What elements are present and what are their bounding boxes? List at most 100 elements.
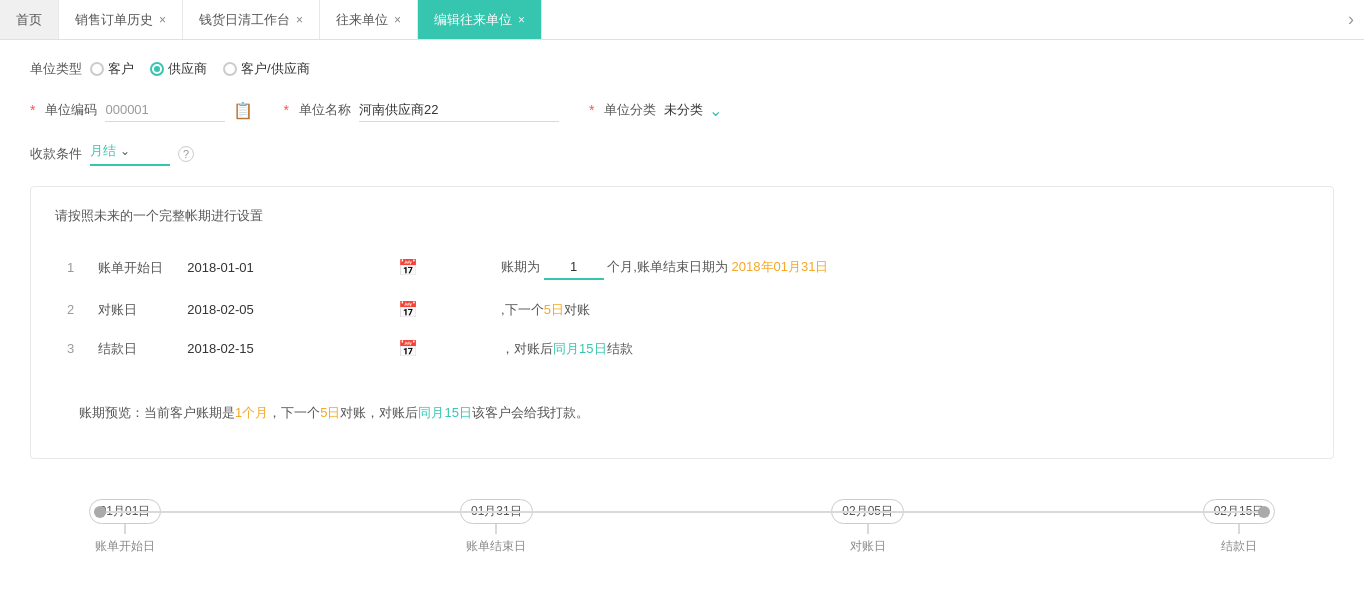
node-2-connector xyxy=(495,524,497,534)
step-3-calendar-icon[interactable]: 📅 xyxy=(398,340,418,357)
radio-both[interactable]: 客户/供应商 xyxy=(223,60,310,78)
unit-code-input[interactable] xyxy=(105,98,225,122)
tab-sales-history-label: 销售订单历史 xyxy=(75,11,153,29)
tab-partners-label: 往来单位 xyxy=(336,11,388,29)
timeline-wrapper: 01月01日 账单开始日 01月31日 账单结束日 02月05日 对账日 02月… xyxy=(60,489,1304,585)
tab-sales-history[interactable]: 销售订单历史 × xyxy=(59,0,183,39)
step-2-prefix: ,下一个 xyxy=(501,302,544,317)
timeline-node-1: 01月01日 账单开始日 xyxy=(80,499,170,555)
node-4-label: 结款日 xyxy=(1221,538,1257,555)
main-content: 单位类型 客户 供应商 客户/供应商 * 单位编码 xyxy=(0,40,1364,608)
step-3-highlight: 同月15日 xyxy=(553,341,606,356)
step-2-calendar-icon[interactable]: 📅 xyxy=(398,301,418,318)
radio-supplier-circle xyxy=(150,62,164,76)
step-1-num: 1 xyxy=(55,245,86,290)
step-3-calendar[interactable]: 📅 xyxy=(386,329,489,368)
step-3-desc: ，对账后同月15日结款 xyxy=(489,329,1309,368)
timeline-node-2: 01月31日 账单结束日 xyxy=(451,499,541,555)
step-3-num: 3 xyxy=(55,329,86,368)
tab-edit-partner-label: 编辑往来单位 xyxy=(434,11,512,29)
unit-type-radio-group: 客户 供应商 客户/供应商 xyxy=(90,60,310,78)
section-instruction: 请按照未来的一个完整帐期进行设置 xyxy=(55,207,1309,225)
unit-name-input[interactable] xyxy=(359,98,559,122)
preview-part1: 1个月 xyxy=(235,405,268,420)
timeline-left-endpoint xyxy=(94,506,106,518)
radio-supplier-label: 供应商 xyxy=(168,60,207,78)
step-2-calendar[interactable]: 📅 xyxy=(386,290,489,329)
timeline-track xyxy=(100,511,1264,513)
tab-cash-work-label: 钱货日清工作台 xyxy=(199,11,290,29)
timeline-node-4: 02月15日 结款日 xyxy=(1194,499,1284,555)
unit-name-required: * xyxy=(283,102,288,118)
unit-type-row: 单位类型 客户 供应商 客户/供应商 xyxy=(30,60,1334,78)
step-1-suffix: 个月,账单结束日期为 xyxy=(607,259,728,274)
tab-home-label: 首页 xyxy=(16,11,42,29)
step-2-num: 2 xyxy=(55,290,86,329)
unit-classify-arrow-icon: ⌄ xyxy=(709,101,722,120)
step-3-date-value: 2018-02-15 xyxy=(187,341,254,356)
unit-classify-item: * 单位分类 未分类 ⌄ xyxy=(589,101,824,120)
radio-both-circle xyxy=(223,62,237,76)
step-3-date: 2018-02-15 xyxy=(175,329,386,368)
collect-condition-arrow-icon: ⌄ xyxy=(120,144,130,158)
node-2-label: 账单结束日 xyxy=(466,538,526,555)
unit-code-copy-icon[interactable]: 📋 xyxy=(233,101,253,120)
tab-home[interactable]: 首页 xyxy=(0,0,59,39)
timeline-container: 01月01日 账单开始日 01月31日 账单结束日 02月05日 对账日 02月… xyxy=(30,489,1334,585)
step-1-calendar-icon[interactable]: 📅 xyxy=(398,259,418,276)
node-4-connector xyxy=(1238,524,1240,534)
radio-supplier[interactable]: 供应商 xyxy=(150,60,207,78)
unit-type-label: 单位类型 xyxy=(30,60,82,78)
unit-classify-label: 单位分类 xyxy=(604,101,656,119)
tab-cash-work[interactable]: 钱货日清工作台 × xyxy=(183,0,320,39)
radio-customer-circle xyxy=(90,62,104,76)
step-1-calendar[interactable]: 📅 xyxy=(386,245,489,290)
collect-condition-row: 收款条件 月结 ⌄ ? xyxy=(30,142,1334,166)
node-1-label: 账单开始日 xyxy=(95,538,155,555)
collect-condition-item: 收款条件 月结 ⌄ ? xyxy=(30,142,194,166)
close-sales-history[interactable]: × xyxy=(159,14,166,26)
step-2-highlight: 5日 xyxy=(544,302,564,317)
collect-condition-value: 月结 xyxy=(90,142,116,160)
preview-sep2: 对账，对账后 xyxy=(340,405,418,420)
step-3-prefix: ，对账后 xyxy=(501,341,553,356)
close-edit-partner[interactable]: × xyxy=(518,14,525,26)
tab-bar: 首页 销售订单历史 × 钱货日清工作台 × 往来单位 × 编辑往来单位 × › xyxy=(0,0,1364,40)
unit-classify-required: * xyxy=(589,102,594,118)
timeline-right-endpoint xyxy=(1258,506,1270,518)
preview-part2: 5日 xyxy=(320,405,340,420)
radio-customer-label: 客户 xyxy=(108,60,134,78)
step-1-row: 1 账单开始日 2018-01-01 📅 账期为 个月,账单结束日期为 2018… xyxy=(55,245,1309,290)
step-2-label: 对账日 xyxy=(86,290,175,329)
unit-code-required: * xyxy=(30,102,35,118)
preview-sep1: ，下一个 xyxy=(268,405,320,420)
collect-condition-dropdown[interactable]: 月结 ⌄ xyxy=(90,142,170,166)
timeline-nodes: 01月01日 账单开始日 01月31日 账单结束日 02月05日 对账日 02月… xyxy=(60,499,1304,555)
unit-code-item: * 单位编码 📋 xyxy=(30,98,253,122)
unit-name-label: 单位名称 xyxy=(299,101,351,119)
close-cash-work[interactable]: × xyxy=(296,14,303,26)
preview-part3: 同月15日 xyxy=(418,405,471,420)
node-3-label: 对账日 xyxy=(850,538,886,555)
preview-suffix: 该客户会给我打款。 xyxy=(472,405,589,420)
month-input[interactable] xyxy=(544,255,604,280)
tab-more-button[interactable]: › xyxy=(1338,0,1364,39)
preview-prefix: 账期预览：当前客户账期是 xyxy=(79,405,235,420)
unit-type-item: 单位类型 客户 供应商 客户/供应商 xyxy=(30,60,310,78)
tab-partners[interactable]: 往来单位 × xyxy=(320,0,418,39)
step-3-label: 结款日 xyxy=(86,329,175,368)
radio-customer[interactable]: 客户 xyxy=(90,60,134,78)
step-3-suffix: 结款 xyxy=(607,341,633,356)
step-1-label: 账单开始日 xyxy=(86,245,175,290)
step-1-desc: 账期为 个月,账单结束日期为 2018年01月31日 xyxy=(489,245,1309,290)
step-1-middle-text: 账期为 xyxy=(501,259,540,274)
step-2-row: 2 对账日 2018-02-05 📅 ,下一个5日对账 xyxy=(55,290,1309,329)
steps-table: 1 账单开始日 2018-01-01 📅 账期为 个月,账单结束日期为 2018… xyxy=(55,245,1309,368)
unit-classify-dropdown[interactable]: 未分类 ⌄ xyxy=(664,101,824,120)
section-box: 请按照未来的一个完整帐期进行设置 1 账单开始日 2018-01-01 📅 账期… xyxy=(30,186,1334,459)
node-3-connector xyxy=(867,524,869,534)
tab-edit-partner[interactable]: 编辑往来单位 × xyxy=(418,0,542,39)
radio-both-label: 客户/供应商 xyxy=(241,60,310,78)
close-partners[interactable]: × xyxy=(394,14,401,26)
help-icon[interactable]: ? xyxy=(178,146,194,162)
